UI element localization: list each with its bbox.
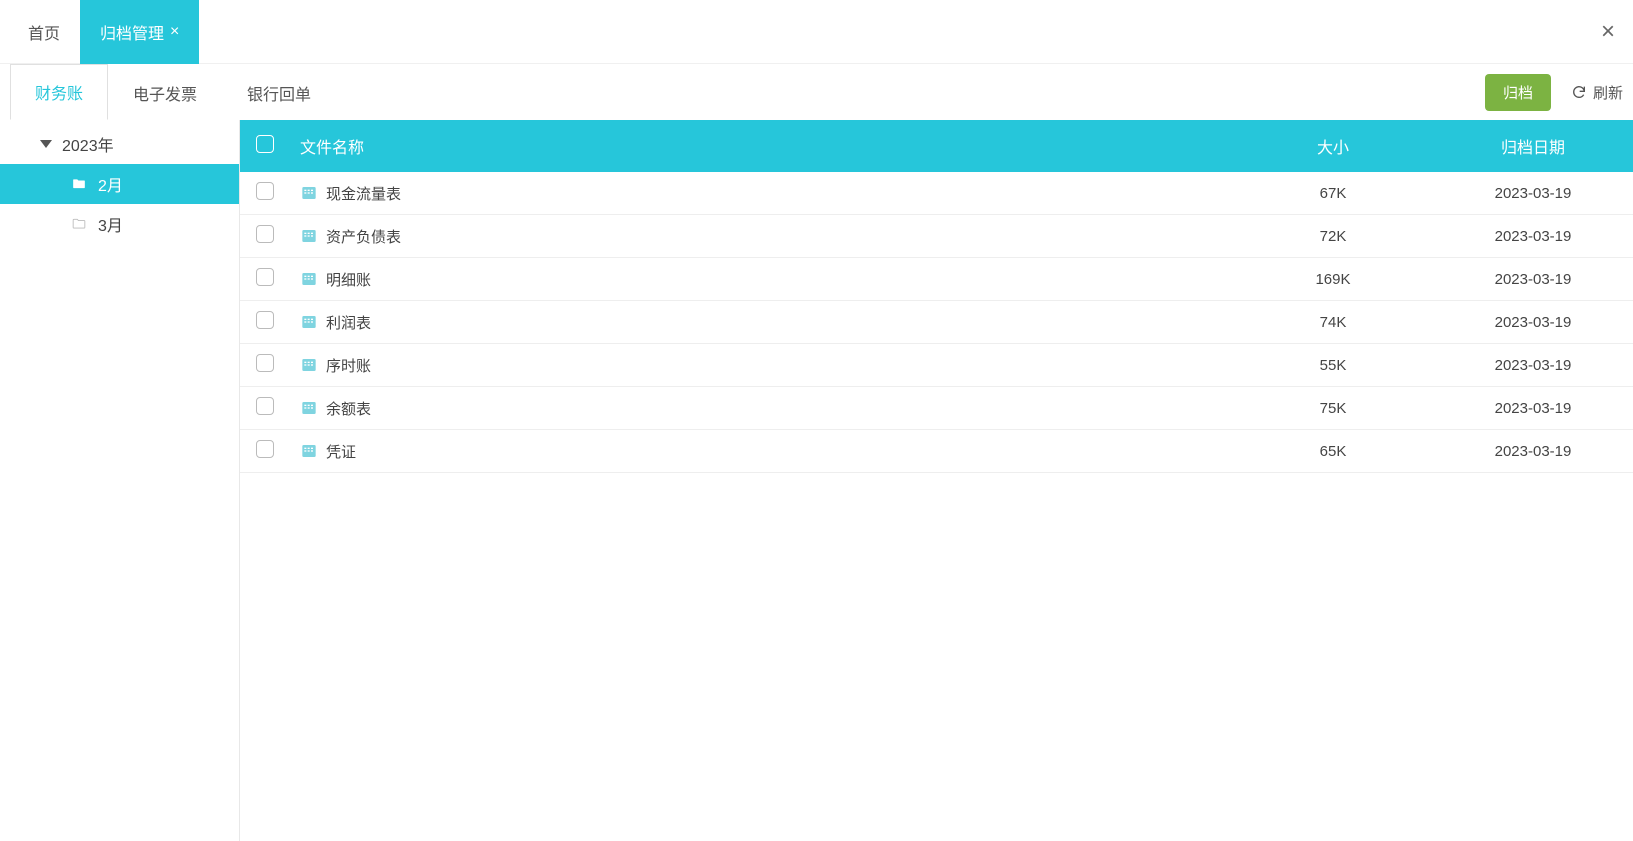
close-all-icon[interactable]: × (1593, 18, 1623, 46)
subtab-einvoice[interactable]: 电子发票 (108, 64, 222, 120)
header-size: 大小 (1233, 120, 1433, 172)
row-checkbox-cell (240, 387, 290, 430)
spreadsheet-icon (300, 357, 318, 373)
row-checkbox-cell (240, 430, 290, 473)
table-row[interactable]: 序时账 55K2023-03-19 (240, 344, 1633, 387)
file-name-label: 明细账 (326, 269, 371, 290)
row-checkbox[interactable] (256, 440, 274, 458)
tab-archive-label: 归档管理 (100, 20, 164, 44)
table-row[interactable]: 资产负债表 72K2023-03-19 (240, 215, 1633, 258)
file-size-cell: 169K (1233, 258, 1433, 301)
header-name: 文件名称 (290, 120, 1233, 172)
sub-toolbar: 财务账 电子发票 银行回单 归档 刷新 (0, 64, 1633, 120)
table-header-row: 文件名称 大小 归档日期 (240, 120, 1633, 172)
folder-tree: 2023年 2月 3月 (0, 120, 240, 841)
file-size-cell: 55K (1233, 344, 1433, 387)
archive-button[interactable]: 归档 (1485, 74, 1551, 111)
tree-month-label: 2月 (98, 172, 123, 196)
main-area: 2023年 2月3月 文件名称 大小 归档日期 现金流量表67K2023-03-… (0, 120, 1633, 841)
row-checkbox-cell (240, 215, 290, 258)
table-row[interactable]: 利润表 74K2023-03-19 (240, 301, 1633, 344)
row-checkbox[interactable] (256, 268, 274, 286)
file-name-cell: 资产负债表 (290, 215, 1233, 258)
file-name-cell: 明细账 (290, 258, 1233, 301)
tree-month-node[interactable]: 3月 (0, 204, 239, 244)
file-name-cell: 余额表 (290, 387, 1233, 430)
file-name-cell: 利润表 (290, 301, 1233, 344)
toolbar-right: 归档 刷新 (1485, 74, 1623, 111)
spreadsheet-icon (300, 400, 318, 416)
file-size-cell: 72K (1233, 215, 1433, 258)
subtab-finance-label: 财务账 (35, 80, 83, 104)
table-row[interactable]: 现金流量表 67K2023-03-19 (240, 172, 1633, 215)
file-name-label: 凭证 (326, 441, 356, 462)
file-name-cell: 序时账 (290, 344, 1233, 387)
file-name-label: 序时账 (326, 355, 371, 376)
file-name-cell: 现金流量表 (290, 172, 1233, 215)
refresh-label: 刷新 (1593, 82, 1623, 103)
file-date-cell: 2023-03-19 (1433, 258, 1633, 301)
file-date-cell: 2023-03-19 (1433, 387, 1633, 430)
table-row[interactable]: 明细账 169K2023-03-19 (240, 258, 1633, 301)
subtab-bank-slip[interactable]: 银行回单 (222, 64, 336, 120)
file-size-cell: 67K (1233, 172, 1433, 215)
table-row[interactable]: 凭证 65K2023-03-19 (240, 430, 1633, 473)
file-table: 文件名称 大小 归档日期 现金流量表67K2023-03-19资产负债表72K2… (240, 120, 1633, 473)
spreadsheet-icon (300, 228, 318, 244)
file-name-cell: 凭证 (290, 430, 1233, 473)
file-name-label: 现金流量表 (326, 183, 401, 204)
row-checkbox-cell (240, 301, 290, 344)
spreadsheet-icon (300, 185, 318, 201)
chevron-down-icon (40, 140, 52, 148)
header-checkbox-cell (240, 120, 290, 172)
subtab-finance[interactable]: 财务账 (10, 64, 108, 120)
tab-close-icon[interactable]: × (170, 23, 179, 41)
tab-home-label: 首页 (28, 20, 60, 44)
header-date: 归档日期 (1433, 120, 1633, 172)
file-name-label: 资产负债表 (326, 226, 401, 247)
file-date-cell: 2023-03-19 (1433, 430, 1633, 473)
spreadsheet-icon (300, 271, 318, 287)
tree-year-node[interactable]: 2023年 (0, 124, 239, 164)
archive-button-label: 归档 (1503, 85, 1533, 102)
tree-month-node[interactable]: 2月 (0, 164, 239, 204)
file-name-label: 利润表 (326, 312, 371, 333)
tree-month-label: 3月 (98, 212, 123, 236)
top-tab-bar: 首页 归档管理 × × (0, 0, 1633, 64)
tab-home[interactable]: 首页 (8, 0, 80, 64)
row-checkbox[interactable] (256, 354, 274, 372)
row-checkbox[interactable] (256, 397, 274, 415)
file-size-cell: 65K (1233, 430, 1433, 473)
file-date-cell: 2023-03-19 (1433, 344, 1633, 387)
select-all-checkbox[interactable] (256, 135, 274, 153)
folder-icon (70, 177, 88, 191)
tab-archive-management[interactable]: 归档管理 × (80, 0, 199, 64)
subtab-bank-slip-label: 银行回单 (247, 81, 311, 105)
tree-year-label: 2023年 (62, 132, 114, 156)
row-checkbox[interactable] (256, 225, 274, 243)
spreadsheet-icon (300, 443, 318, 459)
row-checkbox-cell (240, 258, 290, 301)
file-date-cell: 2023-03-19 (1433, 215, 1633, 258)
file-size-cell: 74K (1233, 301, 1433, 344)
file-size-cell: 75K (1233, 387, 1433, 430)
row-checkbox-cell (240, 344, 290, 387)
file-date-cell: 2023-03-19 (1433, 301, 1633, 344)
row-checkbox[interactable] (256, 182, 274, 200)
folder-icon (70, 217, 88, 231)
subtab-einvoice-label: 电子发票 (133, 81, 197, 105)
file-name-label: 余额表 (326, 398, 371, 419)
spreadsheet-icon (300, 314, 318, 330)
sub-tab-group: 财务账 电子发票 银行回单 (10, 64, 336, 120)
refresh-button[interactable]: 刷新 (1571, 82, 1623, 103)
top-right-controls: × (1593, 0, 1623, 64)
file-date-cell: 2023-03-19 (1433, 172, 1633, 215)
table-row[interactable]: 余额表 75K2023-03-19 (240, 387, 1633, 430)
refresh-icon (1571, 84, 1587, 100)
row-checkbox[interactable] (256, 311, 274, 329)
row-checkbox-cell (240, 172, 290, 215)
file-table-container: 文件名称 大小 归档日期 现金流量表67K2023-03-19资产负债表72K2… (240, 120, 1633, 841)
